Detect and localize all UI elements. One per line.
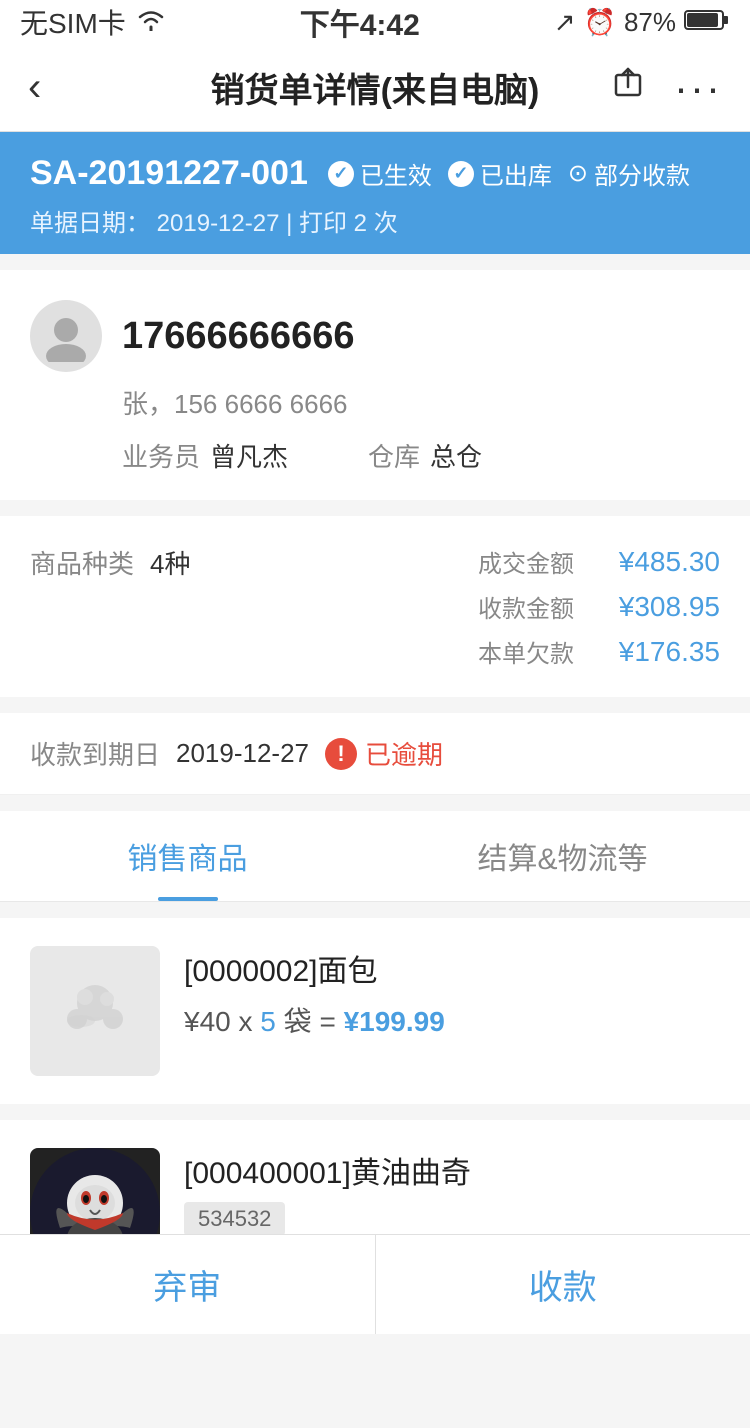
salesperson-value: 曾凡杰 bbox=[210, 437, 288, 474]
banner-date: 2019-12-27 bbox=[157, 210, 280, 237]
more-icon[interactable]: ··· bbox=[674, 64, 722, 112]
product-total-1: ¥199.99 bbox=[344, 1006, 445, 1037]
warehouse-label: 仓库 bbox=[368, 437, 420, 474]
tag-shipped: ✓ 已出库 bbox=[448, 156, 552, 191]
tab-settlement[interactable]: 结算&物流等 bbox=[375, 811, 750, 901]
summary-section: 商品种类 4种 成交金额 ¥485.30 收款金额 ¥308.95 本单欠款 ¥… bbox=[0, 516, 750, 697]
debt-label: 本单欠款 bbox=[478, 634, 574, 669]
status-right: ↗ ⏰ 87% bbox=[554, 7, 730, 38]
summary-left: 商品种类 4种 bbox=[30, 544, 478, 581]
product-times-1: x bbox=[239, 1006, 261, 1037]
wifi-icon bbox=[136, 6, 166, 38]
product-code-1: [0000002] bbox=[184, 955, 317, 988]
product-thumb-1 bbox=[30, 946, 160, 1076]
due-date: 2019-12-27 bbox=[176, 738, 309, 769]
clock-icon: ⊙ bbox=[568, 159, 588, 188]
product-name-1: [0000002]面包 bbox=[184, 946, 720, 990]
due-label: 收款到期日 bbox=[30, 735, 160, 772]
tab-settlement-label: 结算&物流等 bbox=[477, 834, 647, 878]
received-label: 收款金额 bbox=[478, 589, 574, 624]
deal-row: 成交金额 ¥485.30 bbox=[478, 544, 720, 579]
deal-label: 成交金额 bbox=[478, 544, 574, 579]
type-label: 商品种类 bbox=[30, 544, 134, 581]
received-row: 收款金额 ¥308.95 bbox=[478, 589, 720, 624]
product-eq-1: = bbox=[319, 1006, 343, 1037]
due-section: 收款到期日 2019-12-27 ! 已逾期 bbox=[0, 713, 750, 795]
received-value: ¥308.95 bbox=[590, 591, 720, 623]
tabs-container: 销售商品 结算&物流等 bbox=[0, 811, 750, 902]
alarm-icon: ⏰ bbox=[584, 7, 616, 38]
product-qty-1: 5 bbox=[260, 1006, 276, 1037]
order-id: SA-20191227-001 bbox=[30, 154, 308, 193]
debt-row: 本单欠款 ¥176.35 bbox=[478, 634, 720, 669]
banner-date-label: 单据日期： bbox=[30, 210, 150, 237]
check-icon-shipped: ✓ bbox=[448, 161, 474, 187]
tab-products-label: 销售商品 bbox=[128, 834, 248, 878]
tab-products-underline bbox=[158, 897, 218, 901]
customer-name: 张，156 6666 6666 bbox=[122, 384, 720, 421]
overdue-badge: ! 已逾期 bbox=[325, 735, 443, 772]
status-time: 下午4:42 bbox=[300, 0, 420, 44]
product-item: [0000002]面包 ¥40 x 5 袋 = ¥199.99 bbox=[0, 918, 750, 1104]
bottom-bar: 弃审 收款 bbox=[0, 1234, 750, 1334]
confirm-button[interactable]: 收款 bbox=[376, 1235, 750, 1334]
product-price-row-1: ¥40 x 5 袋 = ¥199.99 bbox=[184, 1000, 720, 1040]
salesperson-label: 业务员 bbox=[122, 437, 200, 474]
tag-effective-label: 已生效 bbox=[360, 156, 432, 191]
warehouse-value: 总仓 bbox=[430, 437, 482, 474]
cancel-button[interactable]: 弃审 bbox=[0, 1235, 376, 1334]
product-name-2: [000400001]黄油曲奇 bbox=[184, 1148, 720, 1192]
tag-partial-label: 部分收款 bbox=[594, 156, 690, 191]
banner-print-info: | 打印 2 次 bbox=[286, 210, 398, 237]
tag-effective: ✓ 已生效 bbox=[328, 156, 432, 191]
share-icon[interactable] bbox=[610, 65, 646, 110]
battery-icon bbox=[684, 7, 730, 38]
product-title-1: 面包 bbox=[317, 955, 377, 988]
summary-right: 成交金额 ¥485.30 收款金额 ¥308.95 本单欠款 ¥176.35 bbox=[478, 544, 720, 669]
type-count: 4种 bbox=[150, 544, 190, 581]
banner-date-info: 单据日期： 2019-12-27 | 打印 2 次 bbox=[30, 203, 720, 238]
product-unit-1: 袋 bbox=[284, 1006, 312, 1037]
customer-avatar bbox=[30, 300, 102, 372]
product-title-2: 黄油曲奇 bbox=[351, 1157, 471, 1190]
nav-bar: ‹ 销货单详情(来自电脑) ··· bbox=[0, 44, 750, 132]
product-info-1: [0000002]面包 ¥40 x 5 袋 = ¥199.99 bbox=[184, 946, 720, 1040]
location-icon: ↗ bbox=[554, 7, 576, 38]
product-unit-price-1: ¥40 bbox=[184, 1006, 231, 1037]
overdue-icon: ! bbox=[325, 738, 357, 770]
debt-value: ¥176.35 bbox=[590, 636, 720, 668]
product-code-2: [000400001] bbox=[184, 1157, 351, 1190]
tab-products[interactable]: 销售商品 bbox=[0, 811, 375, 901]
page-title: 销货单详情(来自电脑) bbox=[211, 63, 540, 112]
customer-meta: 业务员 曾凡杰 仓库 总仓 bbox=[122, 437, 720, 474]
deal-value: ¥485.30 bbox=[590, 546, 720, 578]
status-left: 无SIM卡 bbox=[20, 2, 166, 42]
customer-phone: 17666666666 bbox=[122, 315, 354, 358]
nav-actions: ··· bbox=[610, 64, 722, 112]
check-icon-effective: ✓ bbox=[328, 161, 354, 187]
overdue-text: 已逾期 bbox=[365, 735, 443, 772]
customer-section: 17666666666 张，156 6666 6666 业务员 曾凡杰 仓库 总… bbox=[0, 270, 750, 500]
battery-text: 87% bbox=[624, 7, 676, 38]
product-tag-2: 534532 bbox=[184, 1202, 285, 1236]
no-sim-text: 无SIM卡 bbox=[20, 2, 126, 42]
header-banner: SA-20191227-001 ✓ 已生效 ✓ 已出库 ⊙ 部分收款 单据日期：… bbox=[0, 132, 750, 254]
banner-tags: ✓ 已生效 ✓ 已出库 ⊙ 部分收款 bbox=[328, 156, 690, 191]
salesperson-item: 业务员 曾凡杰 bbox=[122, 437, 288, 474]
back-button[interactable]: ‹ bbox=[28, 65, 88, 110]
tag-shipped-label: 已出库 bbox=[480, 156, 552, 191]
warehouse-item: 仓库 总仓 bbox=[368, 437, 482, 474]
tag-partial: ⊙ 部分收款 bbox=[568, 156, 690, 191]
status-bar: 无SIM卡 下午4:42 ↗ ⏰ 87% bbox=[0, 0, 750, 44]
